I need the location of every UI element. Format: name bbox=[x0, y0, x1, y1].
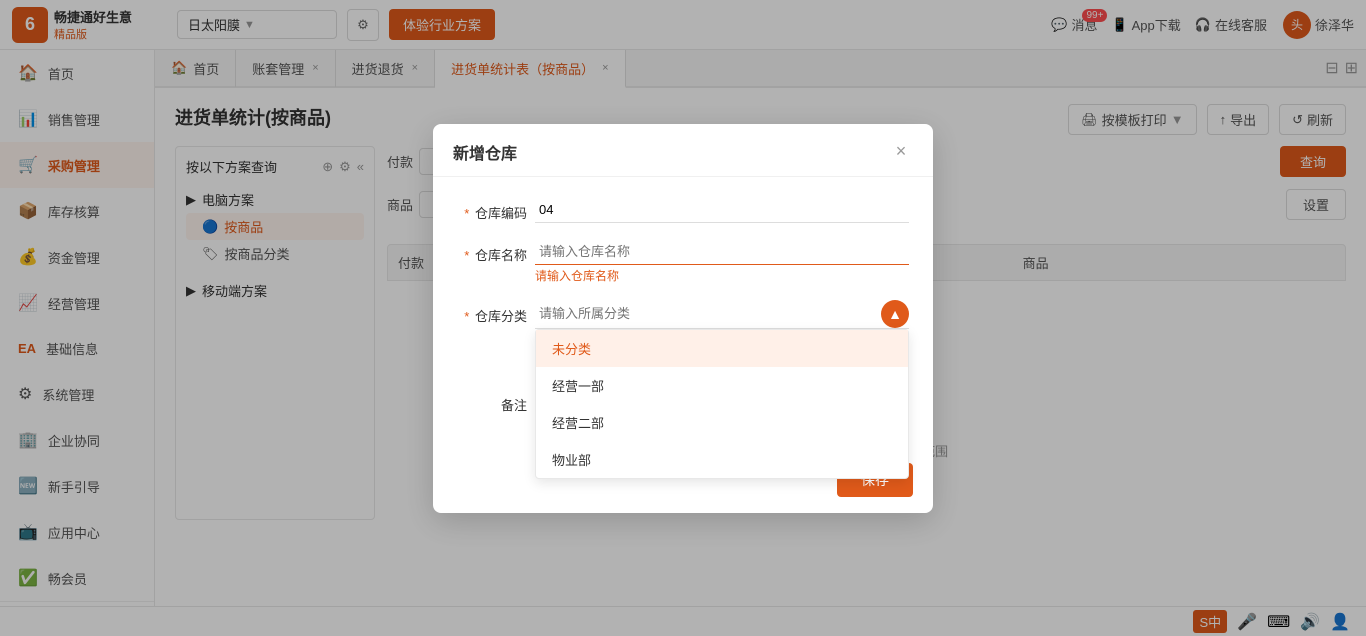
modal-overlay[interactable]: 新增仓库 × * 仓库编码 * 仓库名称 bbox=[0, 0, 1366, 636]
code-input[interactable] bbox=[535, 197, 909, 223]
form-row-category: * 仓库分类 ▲ 未分类 经营一部 经营二部 物业部 bbox=[457, 300, 909, 329]
dropdown-item-property[interactable]: 物业部 bbox=[536, 441, 908, 478]
new-warehouse-modal: 新增仓库 × * 仓库编码 * 仓库名称 bbox=[433, 124, 933, 513]
notes-label: 备注 bbox=[457, 389, 527, 414]
dropdown-item-ops2[interactable]: 经营二部 bbox=[536, 404, 908, 441]
name-input[interactable] bbox=[535, 239, 909, 265]
code-field-wrap bbox=[535, 197, 909, 223]
dropdown-item-ops1[interactable]: 经营一部 bbox=[536, 367, 908, 404]
category-field-wrap: ▲ 未分类 经营一部 经营二部 物业部 bbox=[535, 300, 909, 329]
code-label: * 仓库编码 bbox=[457, 197, 527, 222]
category-dropdown-menu: 未分类 经营一部 经营二部 物业部 bbox=[535, 329, 909, 479]
form-row-code: * 仓库编码 bbox=[457, 197, 909, 223]
modal-close-button[interactable]: × bbox=[889, 140, 913, 164]
category-toggle-button[interactable]: ▲ bbox=[881, 300, 909, 328]
category-label: * 仓库分类 bbox=[457, 300, 527, 325]
dropdown-item-none[interactable]: 未分类 bbox=[536, 330, 908, 367]
cat-required: * bbox=[464, 309, 469, 324]
code-required: * bbox=[464, 206, 469, 221]
name-label: * 仓库名称 bbox=[457, 239, 527, 264]
modal-body: * 仓库编码 * 仓库名称 请输入仓库名称 bbox=[433, 177, 933, 451]
modal-title: 新增仓库 bbox=[453, 140, 517, 164]
form-row-name: * 仓库名称 请输入仓库名称 bbox=[457, 239, 909, 284]
category-select-wrap: ▲ bbox=[535, 300, 909, 329]
name-field-wrap: 请输入仓库名称 bbox=[535, 239, 909, 284]
category-input[interactable] bbox=[535, 301, 881, 326]
modal-header: 新增仓库 × bbox=[433, 124, 933, 177]
name-required: * bbox=[464, 248, 469, 263]
name-error-message: 请输入仓库名称 bbox=[535, 267, 909, 284]
